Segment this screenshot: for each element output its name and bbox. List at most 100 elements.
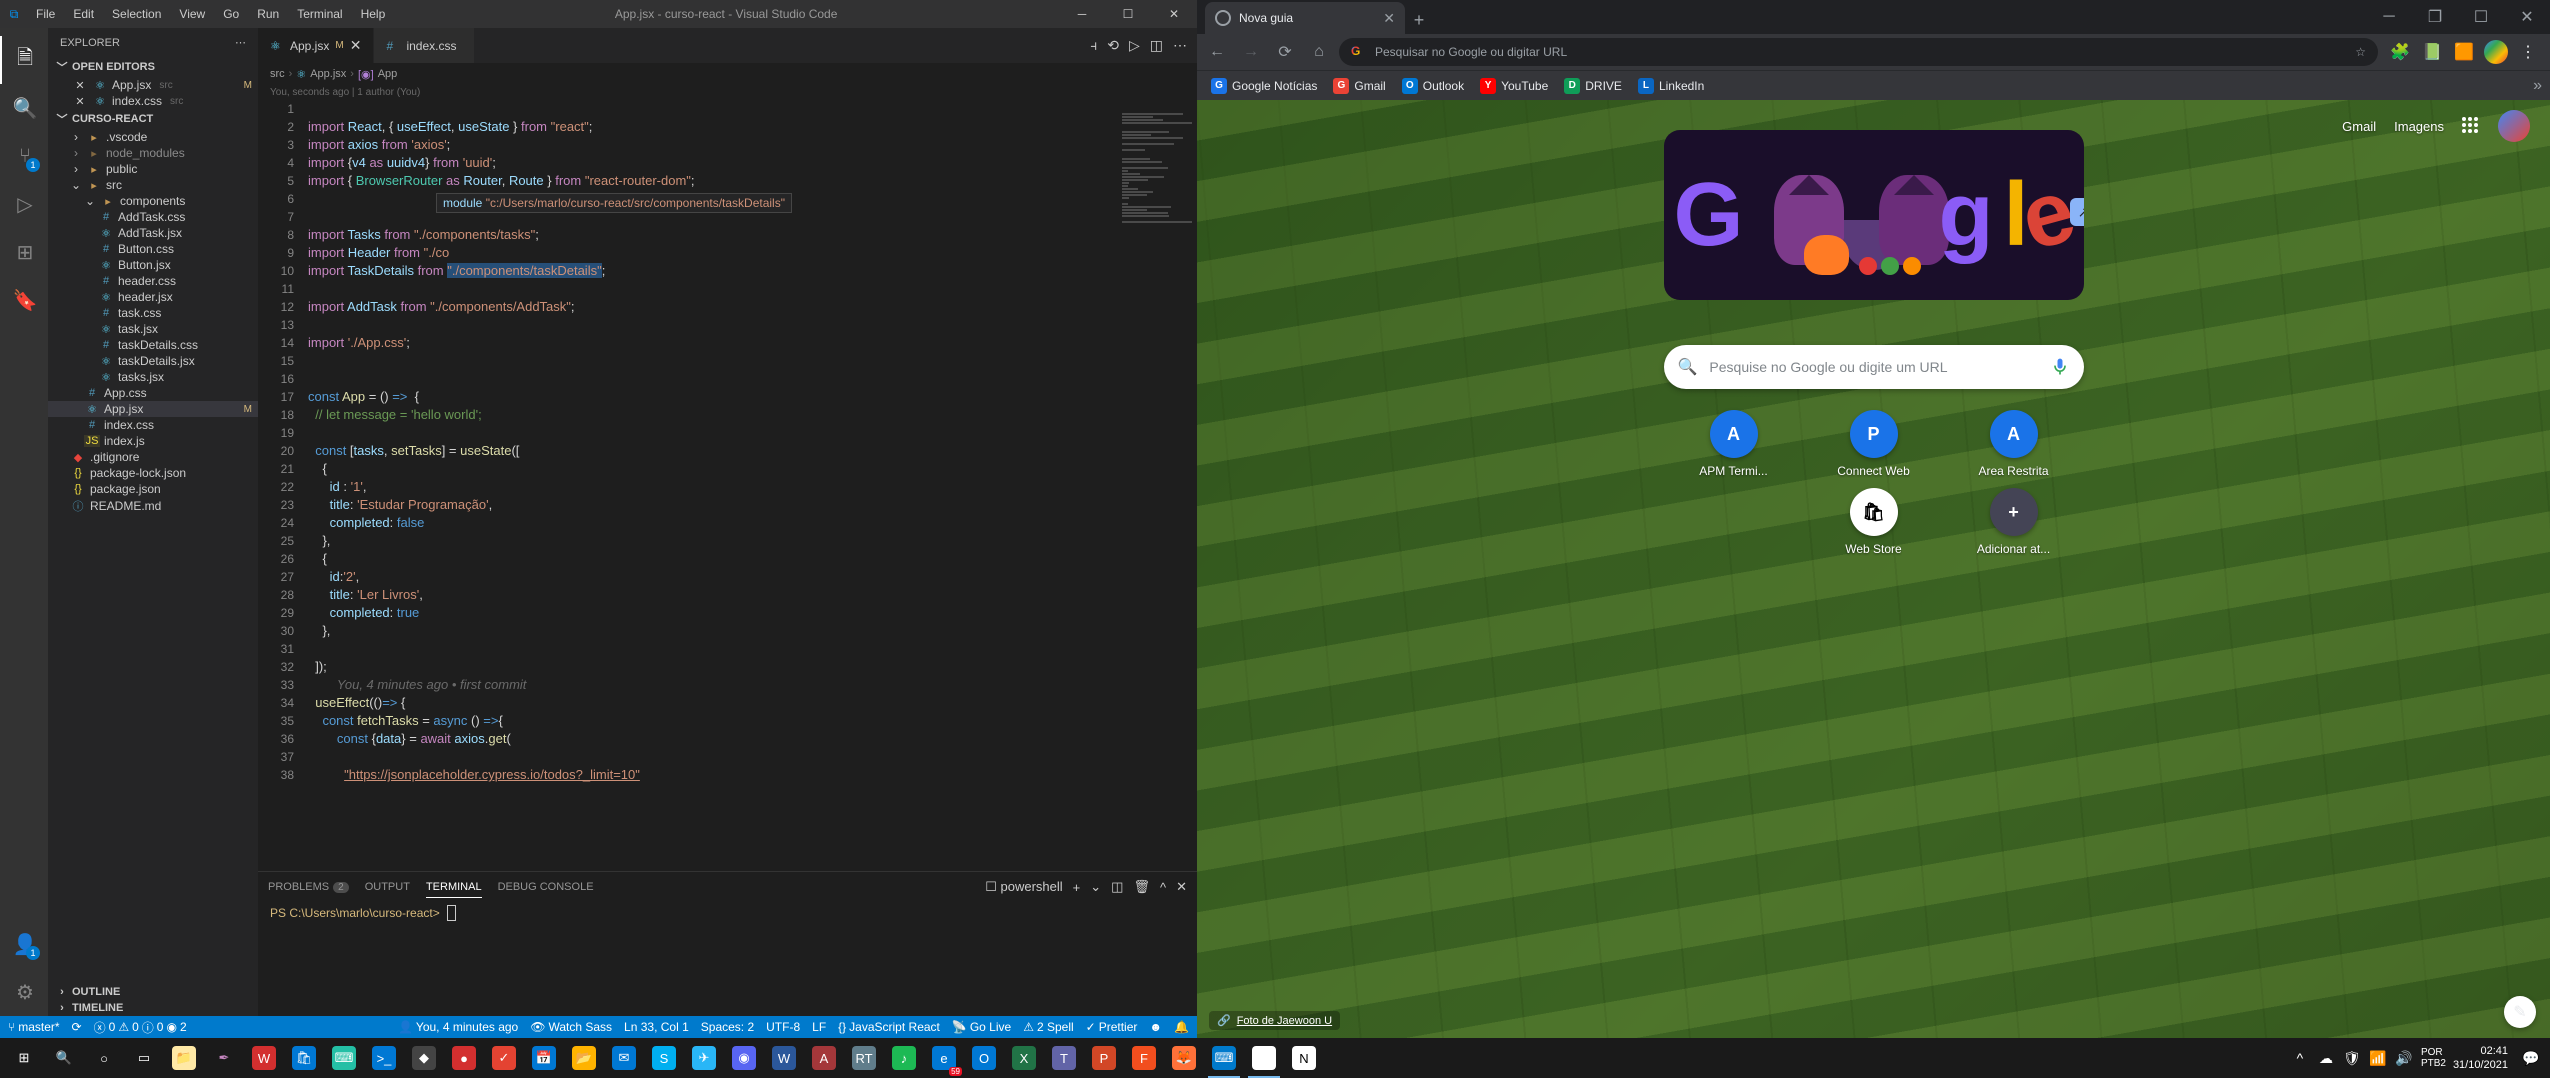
shortcut-web-store[interactable]: 🛍Web Store bbox=[1819, 488, 1929, 556]
dropdown-icon[interactable]: ⌄ bbox=[1090, 879, 1101, 895]
notifications-icon[interactable]: 🔔 bbox=[1174, 1020, 1189, 1034]
tree-item-node_modules[interactable]: ›▸node_modules bbox=[48, 145, 258, 161]
tree-item-.vscode[interactable]: ›▸.vscode bbox=[48, 129, 258, 145]
profile-avatar[interactable] bbox=[2484, 40, 2508, 64]
new-tab-button[interactable]: + bbox=[1405, 6, 1433, 34]
tree-item-Button.css[interactable]: #Button.css bbox=[48, 241, 258, 257]
taskbar-chrome-icon[interactable]: ◉ bbox=[1244, 1038, 1284, 1078]
account-avatar[interactable] bbox=[2498, 110, 2530, 142]
close-icon[interactable]: ✕ bbox=[72, 95, 88, 108]
source-control-icon[interactable]: ⑂1 bbox=[0, 132, 48, 180]
home-button[interactable]: ⌂ bbox=[1305, 38, 1333, 66]
bookmark-drive[interactable]: DDRIVE bbox=[1558, 74, 1628, 98]
menu-selection[interactable]: Selection bbox=[104, 3, 169, 25]
taskbar-figma-icon[interactable]: F bbox=[1124, 1038, 1164, 1078]
outline-section[interactable]: ›OUTLINE bbox=[48, 984, 258, 1000]
close-button[interactable]: ✕ bbox=[2504, 0, 2550, 34]
taskbar-pen-icon[interactable]: ✒ bbox=[204, 1038, 244, 1078]
code-editor[interactable]: 1234567891011121314151617181920212223242… bbox=[258, 100, 1197, 871]
tree-item-package.json[interactable]: {}package.json bbox=[48, 481, 258, 497]
more-icon[interactable]: ⋯ bbox=[1173, 37, 1187, 54]
taskbar-telegram-icon[interactable]: ✈ bbox=[684, 1038, 724, 1078]
taskbar-powerpoint-icon[interactable]: P bbox=[1084, 1038, 1124, 1078]
share-doodle-icon[interactable]: ↗ bbox=[2070, 198, 2084, 226]
ext-2-icon[interactable]: 🟧 bbox=[2452, 40, 2476, 64]
taskbar-firefox-icon[interactable]: 🦊 bbox=[1164, 1038, 1204, 1078]
terminal[interactable]: PS C:\Users\marlo\curso-react> bbox=[258, 902, 1197, 1016]
taskbar-vscode-icon[interactable]: ⌨ bbox=[1204, 1038, 1244, 1078]
language-mode[interactable]: {} JavaScript React bbox=[838, 1020, 940, 1034]
sync-button[interactable]: ⟳ bbox=[72, 1019, 82, 1036]
tree-item-taskDetails.jsx[interactable]: ⚛taskDetails.jsx bbox=[48, 353, 258, 369]
close-icon[interactable]: ✕ bbox=[72, 79, 88, 92]
taskbar-access-icon[interactable]: A bbox=[804, 1038, 844, 1078]
browser-tab[interactable]: Nova guia ✕ bbox=[1205, 2, 1405, 34]
customize-button[interactable]: ✎ bbox=[2504, 996, 2536, 1028]
maximize-button[interactable]: ☐ bbox=[2458, 0, 2504, 34]
taskbar-todoist-icon[interactable]: ✓ bbox=[484, 1038, 524, 1078]
tree-item-header.css[interactable]: #header.css bbox=[48, 273, 258, 289]
tree-item-header.jsx[interactable]: ⚛header.jsx bbox=[48, 289, 258, 305]
volume-icon[interactable]: 🔊 bbox=[2395, 1050, 2413, 1067]
tree-item-task.jsx[interactable]: ⚛task.jsx bbox=[48, 321, 258, 337]
kill-terminal-icon[interactable]: 🗑 bbox=[1133, 879, 1150, 895]
close-panel-icon[interactable]: ✕ bbox=[1176, 879, 1187, 895]
more-bookmarks-icon[interactable]: » bbox=[2533, 77, 2542, 95]
onedrive-icon[interactable]: ☁ bbox=[2317, 1050, 2335, 1067]
taskbar-calendar-icon[interactable]: 📅 bbox=[524, 1038, 564, 1078]
tree-item-App.jsx[interactable]: ⚛App.jsxM bbox=[48, 401, 258, 417]
problems-indicator[interactable]: ⓧ 0 ⚠ 0 ⓘ 0 ◉ 2 bbox=[94, 1019, 187, 1036]
taskbar-terminal-icon[interactable]: >_ bbox=[364, 1038, 404, 1078]
open-editor-App.jsx[interactable]: ✕⚛App.jsxsrcM bbox=[48, 77, 258, 93]
maximize-button[interactable]: ☐ bbox=[1105, 0, 1151, 28]
minimize-button[interactable]: ─ bbox=[2366, 0, 2412, 34]
tree-item-components[interactable]: ⌄▸components bbox=[48, 193, 258, 209]
taskbar-vscode-insiders-icon[interactable]: ⌨ bbox=[324, 1038, 364, 1078]
watch-sass[interactable]: 👁 Watch Sass bbox=[530, 1020, 612, 1034]
bookmarks-icon[interactable]: 🔖 bbox=[0, 276, 48, 324]
maximize-panel-icon[interactable]: ^ bbox=[1160, 880, 1166, 895]
tree-item-App.css[interactable]: #App.css bbox=[48, 385, 258, 401]
search-input[interactable]: 🔍 Pesquise no Google ou digite um URL bbox=[1664, 345, 2084, 389]
menu-terminal[interactable]: Terminal bbox=[289, 3, 350, 25]
extensions-icon[interactable]: 🧩 bbox=[2388, 40, 2412, 64]
go-live[interactable]: 📡 Go Live bbox=[952, 1020, 1011, 1034]
voice-search-icon[interactable] bbox=[2050, 357, 2070, 377]
eol[interactable]: LF bbox=[812, 1020, 826, 1034]
tree-item-tasks.jsx[interactable]: ⚛tasks.jsx bbox=[48, 369, 258, 385]
spell-check[interactable]: ⚠ 2 Spell bbox=[1023, 1020, 1073, 1034]
tab-App.jsx[interactable]: ⚛App.jsxM✕ bbox=[258, 28, 374, 63]
output-tab[interactable]: OUTPUT bbox=[365, 877, 410, 897]
menu-edit[interactable]: Edit bbox=[65, 3, 102, 25]
tree-item-README.md[interactable]: ⓘREADME.md bbox=[48, 497, 258, 515]
run-debug-icon[interactable]: ▷ bbox=[0, 180, 48, 228]
bookmark-star-icon[interactable]: ☆ bbox=[2355, 45, 2366, 59]
shortcut-connect-web[interactable]: PConnect Web bbox=[1819, 410, 1929, 478]
notifications-icon[interactable]: 💬 bbox=[2522, 1050, 2540, 1067]
taskbar-discord-icon[interactable]: ◉ bbox=[724, 1038, 764, 1078]
menu-icon[interactable]: ⋮ bbox=[2516, 40, 2540, 64]
taskbar-mail-icon[interactable]: ✉ bbox=[604, 1038, 644, 1078]
tree-item-task.css[interactable]: #task.css bbox=[48, 305, 258, 321]
compare-icon[interactable]: ⟲ bbox=[1107, 37, 1119, 54]
google-apps-icon[interactable] bbox=[2462, 117, 2480, 135]
menu-run[interactable]: Run bbox=[249, 3, 287, 25]
images-link[interactable]: Imagens bbox=[2394, 119, 2444, 134]
security-icon[interactable]: 🛡 bbox=[2343, 1050, 2361, 1067]
explorer-icon[interactable]: 🗎 bbox=[0, 36, 48, 84]
tray-chevron-icon[interactable]: ^ bbox=[2291, 1050, 2309, 1066]
branch-indicator[interactable]: ⑂ master* bbox=[8, 1019, 60, 1036]
bookmark-linkedin[interactable]: LLinkedIn bbox=[1632, 74, 1710, 98]
search-icon[interactable]: 🔍 bbox=[0, 84, 48, 132]
timeline-section[interactable]: ›TIMELINE bbox=[48, 1000, 258, 1016]
address-bar[interactable]: Pesquisar no Google ou digitar URL ☆ bbox=[1339, 38, 2378, 66]
tree-item-AddTask.jsx[interactable]: ⚛AddTask.jsx bbox=[48, 225, 258, 241]
back-button[interactable]: ← bbox=[1203, 38, 1231, 66]
taskbar-cortana-icon[interactable]: ○ bbox=[84, 1038, 124, 1078]
taskbar-gamebar-icon[interactable]: ◆ bbox=[404, 1038, 444, 1078]
taskbar-wps-icon[interactable]: W bbox=[244, 1038, 284, 1078]
menu-file[interactable]: File bbox=[28, 3, 63, 25]
taskbar-rt-icon[interactable]: RT bbox=[844, 1038, 884, 1078]
shortcut-adicionar-at-[interactable]: +Adicionar at... bbox=[1959, 488, 2069, 556]
bookmark-youtube[interactable]: YYouTube bbox=[1474, 74, 1554, 98]
